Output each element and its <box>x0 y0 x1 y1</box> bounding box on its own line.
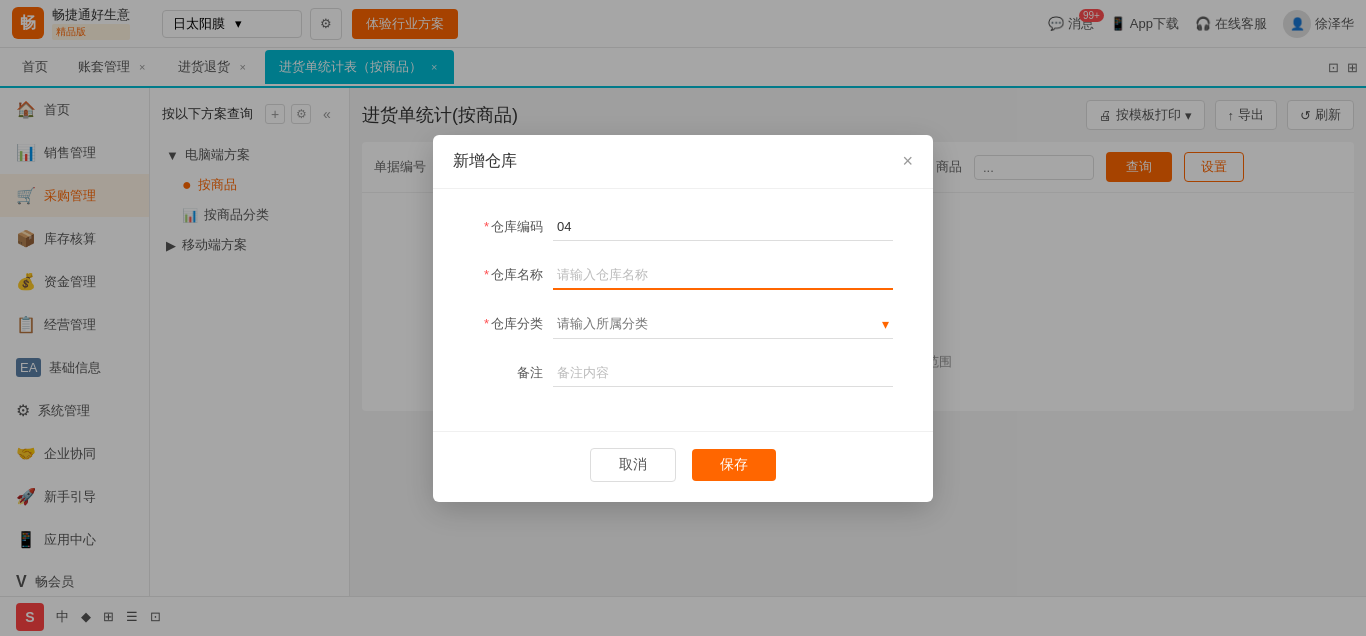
form-label-code: 仓库编码 <box>473 218 553 236</box>
modal-new-warehouse: 新增仓库 × 仓库编码 仓库名称 仓库分类 ▾ <box>433 135 933 502</box>
modal-title: 新增仓库 <box>453 151 517 172</box>
form-row-remark: 备注 <box>473 359 893 387</box>
form-row-name: 仓库名称 <box>473 261 893 290</box>
category-arrow-icon: ▾ <box>882 316 889 332</box>
form-label-category: 仓库分类 <box>473 315 553 333</box>
modal-overlay[interactable]: 新增仓库 × 仓库编码 仓库名称 仓库分类 ▾ <box>0 0 1366 636</box>
cancel-button[interactable]: 取消 <box>590 448 676 482</box>
form-row-code: 仓库编码 <box>473 213 893 241</box>
modal-body: 仓库编码 仓库名称 仓库分类 ▾ 备注 <box>433 189 933 431</box>
save-button[interactable]: 保存 <box>692 449 776 481</box>
form-label-name: 仓库名称 <box>473 266 553 284</box>
form-input-name[interactable] <box>553 261 893 290</box>
form-row-category: 仓库分类 ▾ <box>473 310 893 339</box>
form-input-code[interactable] <box>553 213 893 241</box>
form-select-category[interactable]: ▾ <box>553 310 893 339</box>
modal-footer: 取消 保存 <box>433 431 933 502</box>
modal-close-button[interactable]: × <box>902 152 913 170</box>
form-input-remark[interactable] <box>553 359 893 387</box>
modal-header: 新增仓库 × <box>433 135 933 189</box>
form-category-input[interactable] <box>557 316 882 331</box>
form-label-remark: 备注 <box>473 364 553 382</box>
